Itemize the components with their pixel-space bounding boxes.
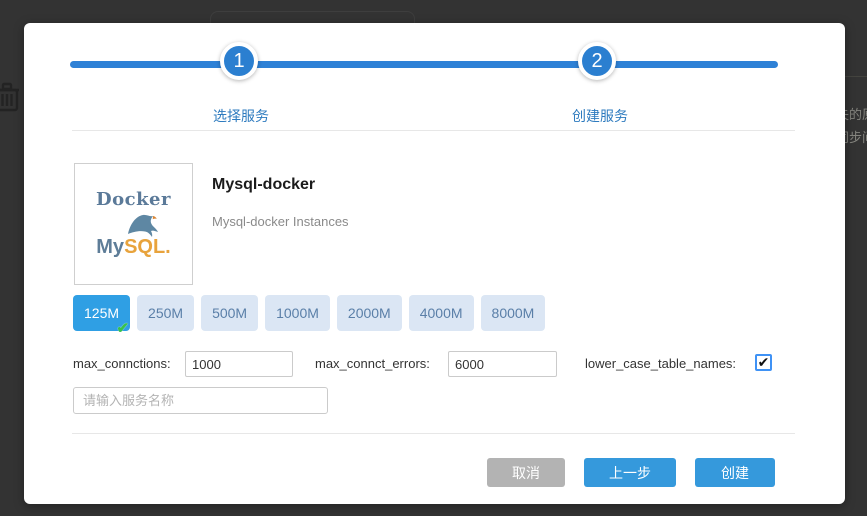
background-divider — [845, 76, 867, 77]
lower-case-table-names-label: lower_case_table_names: — [585, 356, 737, 371]
checkbox-check-icon: ✔ — [757, 353, 770, 370]
mysql-logo-text: MySQL. — [96, 236, 170, 259]
mysql-dolphin-icon — [127, 214, 158, 237]
selected-check-icon: ✔ — [116, 320, 130, 337]
size-option-125m[interactable]: 125M ✔ — [73, 295, 131, 337]
footer-divider — [72, 433, 795, 434]
service-logo: Docker MySQL. — [74, 163, 193, 285]
max-connect-errors-input[interactable] — [448, 351, 557, 377]
create-service-modal: 1 2 选择服务 创建服务 Docker MySQL. Mysql-docker… — [24, 23, 845, 504]
step-1-circle[interactable]: 1 — [220, 42, 258, 80]
create-button[interactable]: 创建 — [695, 458, 775, 487]
size-option-8000m[interactable]: 8000M — [480, 295, 546, 331]
mysql-logo-sql: SQL. — [124, 236, 171, 258]
stepper-progress-bar — [70, 61, 778, 68]
service-title: Mysql-docker — [212, 176, 316, 193]
max-connections-label: max_connctions: — [73, 356, 171, 371]
service-name-input[interactable] — [73, 387, 328, 414]
step-1-label: 选择服务 — [213, 108, 269, 124]
size-option-label: 125M — [84, 305, 120, 321]
size-option-4000m[interactable]: 4000M — [408, 295, 474, 331]
trash-icon — [0, 82, 19, 112]
step-2-label: 创建服务 — [572, 108, 628, 124]
previous-step-button[interactable]: 上一步 — [584, 458, 676, 487]
cancel-button[interactable]: 取消 — [487, 458, 565, 487]
service-subtitle: Mysql-docker Instances — [212, 214, 349, 229]
size-option-2000m[interactable]: 2000M — [336, 295, 402, 331]
max-connections-input[interactable] — [185, 351, 293, 377]
header-divider — [72, 130, 795, 131]
size-option-250m[interactable]: 250M — [137, 295, 195, 331]
size-option-1000m[interactable]: 1000M — [265, 295, 330, 331]
docker-logo-text: Docker — [96, 189, 171, 210]
lower-case-table-names-checkbox[interactable]: ✔ — [755, 354, 772, 371]
step-2-circle[interactable]: 2 — [578, 42, 616, 80]
size-option-500m[interactable]: 500M — [201, 295, 259, 331]
mysql-logo-my: My — [96, 236, 125, 258]
memory-size-options: 125M ✔ 250M 500M 1000M 2000M 4000M 8000M — [73, 295, 546, 337]
max-connect-errors-label: max_connct_errors: — [315, 356, 430, 371]
